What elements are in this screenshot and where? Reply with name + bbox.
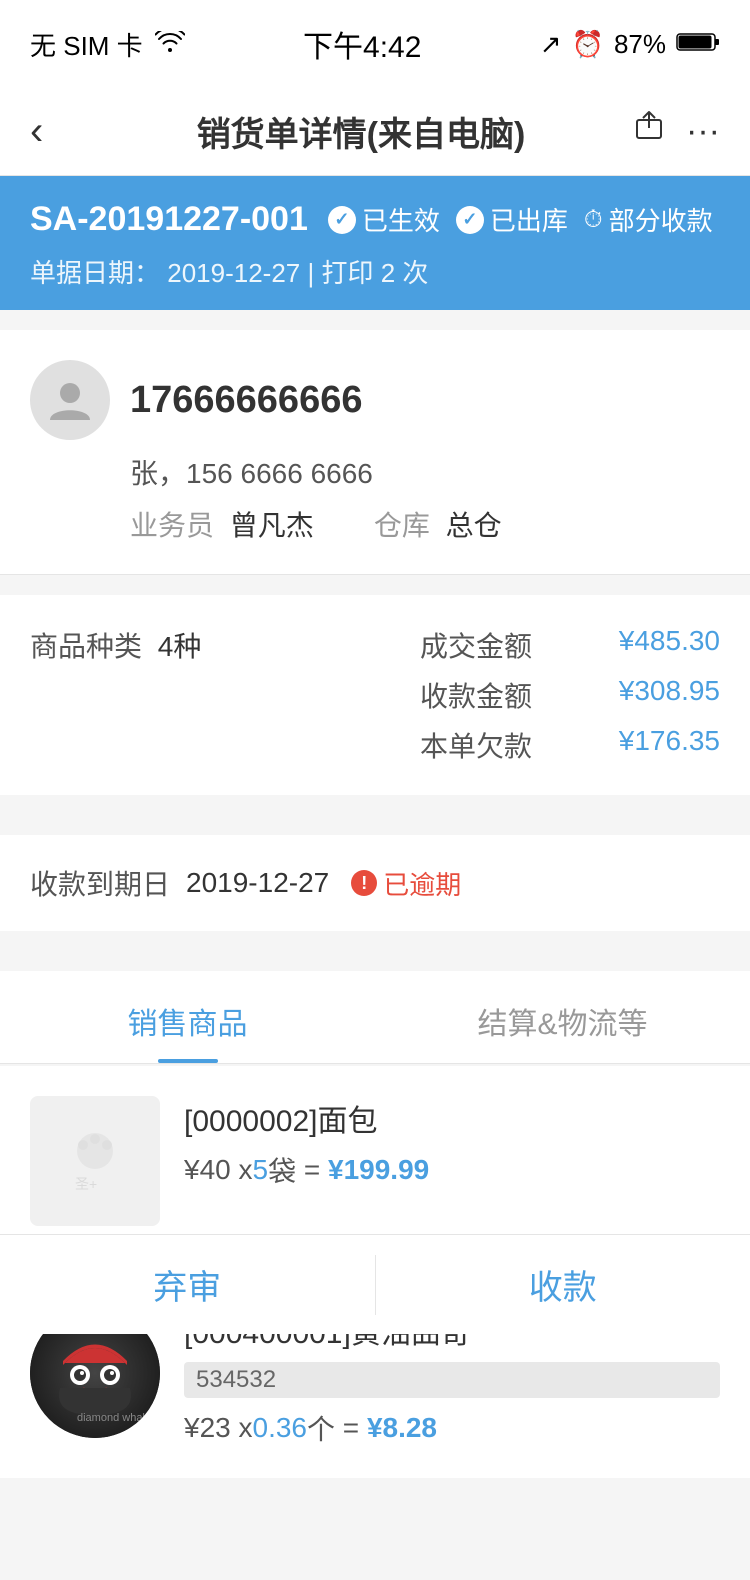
amount-row: 成交金额 ¥485.30 — [420, 625, 720, 665]
summary-amounts: 成交金额 ¥485.30 收款金额 ¥308.95 本单欠款 ¥176.35 — [420, 625, 720, 765]
collect-payment-button[interactable]: 收款 — [376, 1235, 750, 1334]
back-button[interactable]: ‹ — [30, 109, 90, 154]
alarm-icon: ⏰ — [572, 29, 604, 60]
product-info-1: [0000002]面包 ¥40 x 5 袋 = ¥199.99 — [184, 1096, 720, 1190]
unit-price-1: ¥40 — [184, 1154, 231, 1186]
list-item: 圣+ [0000002]面包 ¥40 x 5 袋 = ¥199.99 — [0, 1066, 750, 1256]
carrier-text: 无 SIM 卡 — [30, 26, 143, 63]
status-badge-2: ✓ 已出库 — [456, 201, 568, 238]
product-name-1: [0000002]面包 — [184, 1096, 720, 1140]
qty-1: 5 — [253, 1154, 269, 1186]
status-bar: 无 SIM 卡 下午4:42 ↗ ⏰ 87% — [0, 0, 750, 88]
debt-row: 本单欠款 ¥176.35 — [420, 725, 720, 765]
tab-settlement[interactable]: 结算&物流等 — [375, 971, 750, 1063]
page-title: 销货单详情(来自电脑) — [197, 107, 526, 156]
more-button[interactable]: ··· — [686, 112, 720, 151]
print-count: 2 — [381, 258, 395, 288]
customer-meta: 业务员 曾凡杰 仓库 总仓 — [30, 504, 720, 544]
customer-contact: 张，156 6666 6666 — [30, 452, 720, 492]
check-icon-2: ✓ — [456, 206, 484, 234]
collected-value: ¥308.95 — [619, 675, 720, 715]
sales-meta: 业务员 曾凡杰 — [130, 504, 314, 544]
bottom-bar: 弃审 收款 — [0, 1234, 750, 1334]
warehouse-meta: 仓库 总仓 — [374, 504, 502, 544]
clock-icon: ⏱ — [584, 206, 603, 234]
debt-label: 本单欠款 — [420, 725, 532, 765]
product-price-2: ¥23 x 0.36 个 = ¥8.28 — [184, 1408, 720, 1448]
battery-text: 87% — [614, 29, 666, 60]
total-2: ¥8.28 — [367, 1412, 437, 1444]
sales-name: 曾凡杰 — [230, 510, 314, 541]
collected-label: 收款金额 — [420, 675, 532, 715]
nav-bar: ‹ 销货单详情(来自电脑) ··· — [0, 88, 750, 176]
status-badges: ✓ 已生效 ✓ 已出库 ⏱ 部分收款 — [328, 201, 713, 238]
qty-2: 0.36 — [253, 1412, 308, 1444]
unit-price-2: ¥23 — [184, 1412, 231, 1444]
separator-2: x — [239, 1412, 253, 1444]
customer-section: 17666666666 张，156 6666 6666 业务员 曾凡杰 仓库 总… — [0, 330, 750, 574]
unit-2: 个 — [307, 1408, 335, 1448]
print-suffix: 次 — [402, 258, 428, 288]
order-date: 2019-12-27 — [167, 258, 300, 288]
overdue-text: 已逾期 — [383, 865, 461, 902]
product-kind-value: 4种 — [158, 631, 202, 662]
status-right: ↗ ⏰ 87% — [540, 29, 720, 60]
nav-actions: ··· — [632, 110, 720, 153]
sales-label: 业务员 — [130, 510, 214, 541]
summary-section: 商品种类 4种 成交金额 ¥485.30 收款金额 ¥308.95 本单欠款 ¥… — [0, 595, 750, 795]
battery-icon — [676, 29, 720, 60]
due-section: 收款到期日 2019-12-27 ! 已逾期 — [0, 835, 750, 931]
due-label: 收款到期日 — [30, 863, 170, 903]
amount-label: 成交金额 — [420, 625, 532, 665]
product-thumbnail-1: 圣+ — [30, 1096, 160, 1226]
product-price-1: ¥40 x 5 袋 = ¥199.99 — [184, 1150, 720, 1190]
print-separator: | 打印 — [307, 258, 373, 288]
header-date-row: 单据日期： 2019-12-27 | 打印 2 次 — [30, 253, 720, 290]
location-icon: ↗ — [540, 29, 562, 60]
warehouse-name: 总仓 — [446, 510, 502, 541]
amount-value: ¥485.30 — [619, 625, 720, 665]
collected-row: 收款金额 ¥308.95 — [420, 675, 720, 715]
date-label: 单据日期： — [30, 258, 160, 288]
separator-1: x — [239, 1154, 253, 1186]
header-banner: SA-20191227-001 ✓ 已生效 ✓ 已出库 ⏱ 部分收款 单据日期：… — [0, 176, 750, 310]
due-date: 2019-12-27 — [186, 867, 329, 899]
status-left: 无 SIM 卡 — [30, 26, 185, 63]
product-kind: 商品种类 4种 — [30, 625, 201, 665]
unit-1: 袋 — [268, 1150, 296, 1190]
warehouse-label: 仓库 — [374, 510, 430, 541]
product-sku-2: 534532 — [184, 1362, 720, 1398]
total-1: ¥199.99 — [328, 1154, 429, 1186]
status-badge-3: ⏱ 部分收款 — [584, 201, 713, 238]
tab-products[interactable]: 销售商品 — [0, 971, 375, 1063]
status-time: 下午4:42 — [303, 22, 421, 66]
share-button[interactable] — [632, 110, 666, 153]
svg-text:diamond whale: diamond whale — [77, 1412, 145, 1423]
debt-value: ¥176.35 — [619, 725, 720, 765]
check-icon-1: ✓ — [328, 206, 356, 234]
wifi-icon — [155, 29, 185, 60]
tabs: 销售商品 结算&物流等 — [0, 971, 750, 1064]
avatar — [30, 360, 110, 440]
product-kind-label: 商品种类 — [30, 631, 142, 662]
svg-text:圣+: 圣+ — [75, 1176, 97, 1192]
cancel-audit-button[interactable]: 弃审 — [0, 1235, 375, 1334]
status-badge-1: ✓ 已生效 — [328, 201, 440, 238]
customer-id: 17666666666 — [130, 379, 362, 422]
overdue-badge: ! 已逾期 — [351, 865, 461, 902]
order-id: SA-20191227-001 — [30, 200, 308, 239]
overdue-icon: ! — [351, 870, 377, 896]
